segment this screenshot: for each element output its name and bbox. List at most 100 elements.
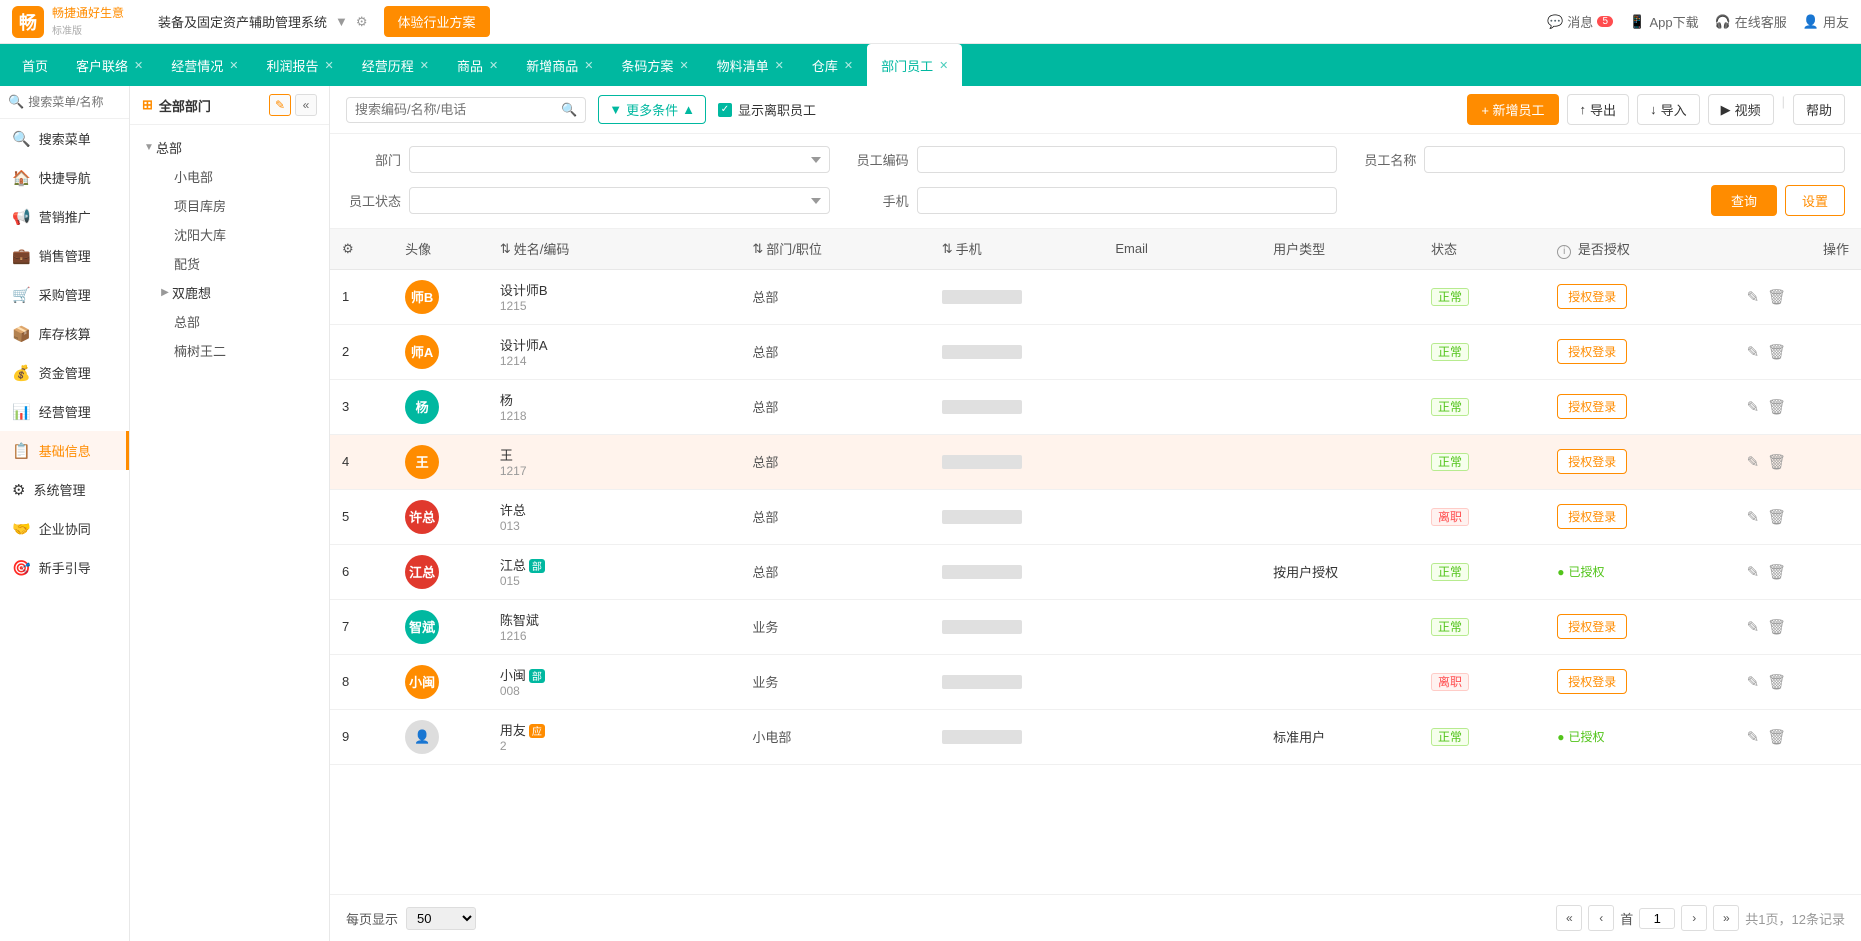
sidebar-item-sales[interactable]: 💼 销售管理 <box>0 236 129 275</box>
sort-phone[interactable]: ⇅ 手机 <box>942 239 1092 258</box>
dept-leaf-shenyang[interactable]: 沈阳大库 <box>146 220 329 249</box>
dept-leaf-xiaodian[interactable]: 小电部 <box>146 162 329 191</box>
dept-label-general[interactable]: ▼ 总部 <box>130 133 329 162</box>
page-size-select[interactable]: 50 100 200 <box>406 907 476 930</box>
nav-add-goods[interactable]: 新增商品 ✕ <box>512 44 607 86</box>
close-icon[interactable]: ✕ <box>844 59 853 72</box>
edit-btn[interactable]: ✎ <box>1747 618 1760 636</box>
delete-btn[interactable]: 🗑 <box>1767 728 1786 746</box>
resigned-checkbox[interactable] <box>718 103 732 117</box>
edit-btn[interactable]: ✎ <box>1747 288 1760 306</box>
next-page-btn[interactable]: › <box>1681 905 1707 931</box>
sidebar-search-wrap[interactable]: 🔍 <box>0 86 129 119</box>
close-icon[interactable]: ✕ <box>939 59 948 72</box>
sidebar-item-collab[interactable]: 🤝 企业协同 <box>0 509 129 548</box>
emp-status-select[interactable] <box>409 187 830 214</box>
edit-btn[interactable]: ✎ <box>1747 398 1760 416</box>
dept-edit-btn[interactable]: ✎ <box>269 94 291 116</box>
delete-btn[interactable]: 🗑 <box>1767 508 1786 526</box>
auth-btn[interactable]: 授权登录 <box>1557 504 1627 529</box>
sidebar-item-system[interactable]: ⚙ 系统管理 <box>0 470 129 509</box>
expand-icon[interactable]: ▼ <box>142 142 156 153</box>
sidebar-item-purchase[interactable]: 🛒 采购管理 <box>0 275 129 314</box>
auth-btn[interactable]: 授权登录 <box>1557 449 1627 474</box>
close-icon[interactable]: ✕ <box>679 59 688 72</box>
delete-btn[interactable]: 🗑 <box>1767 673 1786 691</box>
auth-btn[interactable]: 授权登录 <box>1557 394 1627 419</box>
close-icon[interactable]: ✕ <box>775 59 784 72</box>
delete-btn[interactable]: 🗑 <box>1767 398 1786 416</box>
dept-label-shuanglu[interactable]: ▶ 双鹿想 <box>146 278 329 307</box>
sidebar-item-guide[interactable]: 🎯 新手引导 <box>0 548 129 587</box>
gear-icon[interactable]: ⚙ <box>342 241 354 256</box>
sidebar-item-business[interactable]: 📊 经营管理 <box>0 392 129 431</box>
help-button[interactable]: 帮助 <box>1793 94 1845 125</box>
emp-code-input[interactable] <box>917 146 1338 173</box>
nav-customer[interactable]: 客户联络 ✕ <box>62 44 157 86</box>
app-download-btn[interactable]: 📱 App下载 <box>1629 12 1698 31</box>
sidebar-item-search[interactable]: 🔍 搜索菜单 <box>0 119 129 158</box>
online-service-btn[interactable]: 🎧 在线客服 <box>1715 12 1787 31</box>
delete-btn[interactable]: 🗑 <box>1767 453 1786 471</box>
sidebar-item-inventory[interactable]: 📦 库存核算 <box>0 314 129 353</box>
show-resigned-toggle[interactable]: 显示离职员工 <box>718 100 816 119</box>
sort-name[interactable]: ⇅ 姓名/编码 <box>500 239 729 258</box>
nav-department[interactable]: 部门员工 ✕ <box>867 44 962 86</box>
close-icon[interactable]: ✕ <box>134 59 143 72</box>
settings-icon[interactable]: ⚙ <box>356 14 368 30</box>
dept-leaf-project[interactable]: 项目库房 <box>146 191 329 220</box>
view-button[interactable]: ▶ 视频 <box>1708 94 1774 125</box>
search-input[interactable] <box>355 102 555 117</box>
nav-operation[interactable]: 经营情况 ✕ <box>157 44 252 86</box>
import-button[interactable]: ↓ 导入 <box>1637 94 1700 125</box>
nav-barcode[interactable]: 条码方案 ✕ <box>607 44 702 86</box>
sidebar-item-marketing[interactable]: 📢 营销推广 <box>0 197 129 236</box>
delete-btn[interactable]: 🗑 <box>1767 343 1786 361</box>
delete-btn[interactable]: 🗑 <box>1767 563 1786 581</box>
emp-name-input[interactable] <box>1424 146 1845 173</box>
page-number-input[interactable] <box>1639 908 1675 929</box>
close-icon[interactable]: ✕ <box>229 59 238 72</box>
phone-input[interactable] <box>917 187 1338 214</box>
more-conditions-btn[interactable]: ▼ 更多条件 ▲ <box>598 95 706 124</box>
trial-button[interactable]: 体验行业方案 <box>384 6 490 37</box>
prev-page-btn[interactable]: ‹ <box>1588 905 1614 931</box>
close-icon[interactable]: ✕ <box>325 59 334 72</box>
set-button[interactable]: 设置 <box>1785 185 1845 216</box>
nav-goods[interactable]: 商品 ✕ <box>443 44 512 86</box>
close-icon[interactable]: ✕ <box>584 59 593 72</box>
sidebar-item-basic[interactable]: 📋 基础信息 <box>0 431 129 470</box>
sort-dept[interactable]: ⇅ 部门/职位 <box>752 239 917 258</box>
expand-icon[interactable]: ▶ <box>158 287 172 298</box>
sidebar-search-input[interactable] <box>28 95 121 109</box>
search-icon[interactable]: 🔍 <box>561 102 577 118</box>
edit-btn[interactable]: ✎ <box>1747 453 1760 471</box>
delete-btn[interactable]: 🗑 <box>1767 288 1786 306</box>
user-menu[interactable]: 👤 用友 <box>1803 12 1849 31</box>
dept-leaf-nanshu[interactable]: 楠树王二 <box>146 336 329 365</box>
edit-btn[interactable]: ✎ <box>1747 728 1760 746</box>
add-employee-button[interactable]: + 新增员工 <box>1467 94 1558 125</box>
auth-btn[interactable]: 授权登录 <box>1557 614 1627 639</box>
nav-history[interactable]: 经营历程 ✕ <box>348 44 443 86</box>
nav-bom[interactable]: 物料清单 ✕ <box>703 44 798 86</box>
nav-profit[interactable]: 利润报告 ✕ <box>252 44 347 86</box>
close-icon[interactable]: ✕ <box>489 59 498 72</box>
dept-leaf-zonbu[interactable]: 总部 <box>146 307 329 336</box>
dept-collapse-btn[interactable]: « <box>295 94 317 116</box>
message-btn[interactable]: 💬 消息 5 <box>1547 12 1613 31</box>
export-button[interactable]: ↑ 导出 <box>1567 94 1630 125</box>
sidebar-item-finance[interactable]: 💰 资金管理 <box>0 353 129 392</box>
info-icon[interactable]: i <box>1557 245 1571 259</box>
dept-select[interactable] <box>409 146 830 173</box>
auth-btn[interactable]: 授权登录 <box>1557 284 1627 309</box>
sidebar-item-nav[interactable]: 🏠 快捷导航 <box>0 158 129 197</box>
auth-btn[interactable]: 授权登录 <box>1557 669 1627 694</box>
delete-btn[interactable]: 🗑 <box>1767 618 1786 636</box>
dept-leaf-peihu[interactable]: 配货 <box>146 249 329 278</box>
edit-btn[interactable]: ✎ <box>1747 343 1760 361</box>
close-icon[interactable]: ✕ <box>420 59 429 72</box>
nav-warehouse[interactable]: 仓库 ✕ <box>798 44 867 86</box>
edit-btn[interactable]: ✎ <box>1747 508 1760 526</box>
last-page-btn[interactable]: » <box>1713 905 1739 931</box>
